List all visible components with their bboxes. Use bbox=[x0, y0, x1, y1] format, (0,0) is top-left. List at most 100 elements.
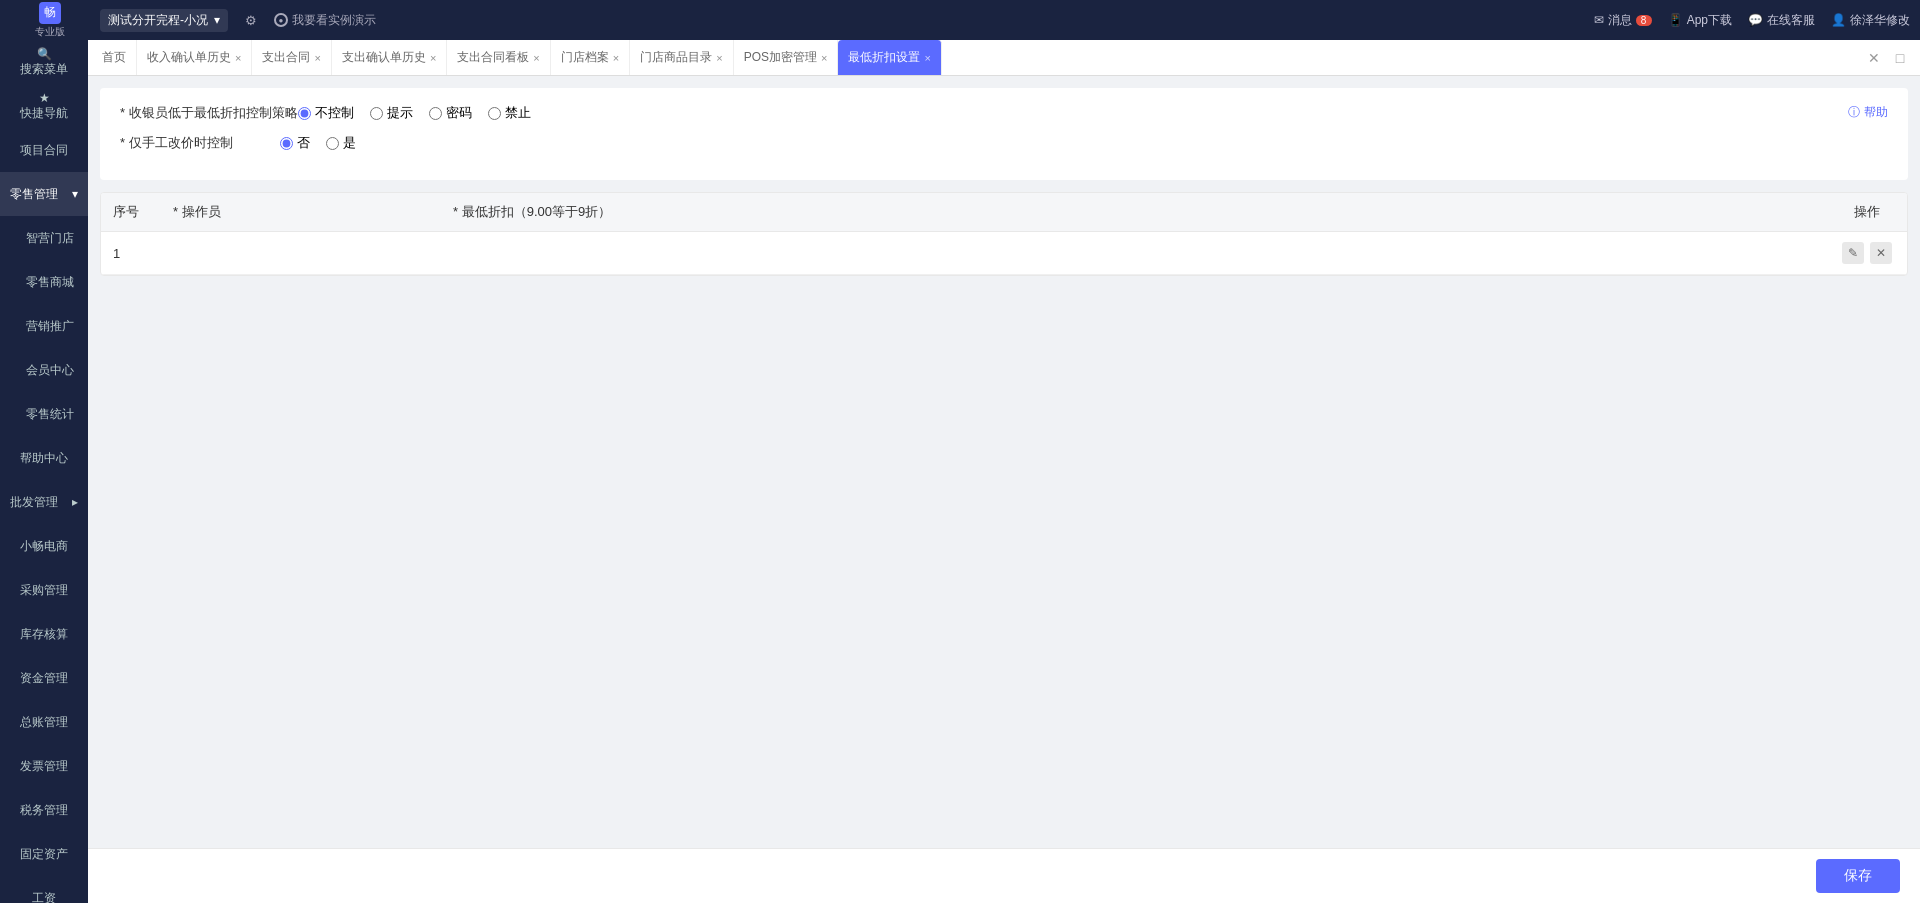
sidebar-item-marketing[interactable]: 营销推广 bbox=[0, 304, 88, 348]
sidebar-item-retail-mall[interactable]: 零售商城 bbox=[0, 260, 88, 304]
radio-password-input[interactable] bbox=[429, 107, 442, 120]
logo-icon: 畅 bbox=[39, 2, 61, 24]
col-header-action: 操作 bbox=[1827, 193, 1907, 232]
sidebar-item-salary[interactable]: 工资 bbox=[0, 876, 88, 903]
radio-password[interactable]: 密码 bbox=[429, 104, 472, 122]
col-header-min-discount: * 最低折扣（9.00等于9折） bbox=[441, 193, 1827, 232]
tab-close-icon[interactable]: × bbox=[924, 52, 930, 64]
tab-label: 最低折扣设置 bbox=[848, 49, 920, 66]
sidebar-item-retail-mgmt[interactable]: 零售管理 bbox=[0, 172, 88, 216]
project-selector[interactable]: 测试分开完程-小况 bbox=[100, 9, 228, 32]
tab-payment-contract-board[interactable]: 支出合同看板 × bbox=[447, 40, 550, 75]
cell-min-discount bbox=[441, 232, 1827, 275]
app-download-item[interactable]: 📱 App下载 bbox=[1668, 12, 1732, 29]
tab-store-file[interactable]: 门店档案 × bbox=[551, 40, 630, 75]
save-button[interactable]: 保存 bbox=[1816, 859, 1900, 893]
form-card: ⓘ 帮助 * 收银员低于最低折扣控制策略 不控制 bbox=[100, 88, 1908, 180]
radio-remind-label: 提示 bbox=[387, 104, 413, 122]
radio-forbid-input[interactable] bbox=[488, 107, 501, 120]
radio-no-control-input[interactable] bbox=[298, 107, 311, 120]
online-service-icon: 💬 bbox=[1748, 13, 1763, 27]
sidebar-item-tax-mgmt[interactable]: 税务管理 bbox=[0, 788, 88, 832]
tab-bar-actions: ✕ □ bbox=[1858, 48, 1916, 68]
radio-no[interactable]: 否 bbox=[280, 134, 310, 152]
radio-yes-input[interactable] bbox=[326, 137, 339, 150]
tab-home-label: 首页 bbox=[102, 49, 126, 66]
sidebar-item-search-menu[interactable]: 🔍 搜索菜单 bbox=[0, 40, 88, 84]
cell-action: ✎ ✕ bbox=[1827, 232, 1907, 275]
retail-mall-label: 零售商城 bbox=[26, 274, 74, 291]
message-label: 消息 bbox=[1608, 12, 1632, 29]
sidebar-item-purchase-mgmt[interactable]: 采购管理 bbox=[0, 568, 88, 612]
help-center-label: 帮助中心 bbox=[20, 450, 68, 467]
tab-close-icon[interactable]: × bbox=[235, 52, 241, 64]
tab-close-icon[interactable]: × bbox=[613, 52, 619, 64]
table-row: 1 ✎ ✕ bbox=[101, 232, 1907, 275]
tab-close-icon[interactable]: × bbox=[430, 52, 436, 64]
radio-no-input[interactable] bbox=[280, 137, 293, 150]
sidebar-item-inventory-calc[interactable]: 库存核算 bbox=[0, 612, 88, 656]
radio-yes[interactable]: 是 bbox=[326, 134, 356, 152]
cell-seq: 1 bbox=[101, 232, 161, 275]
message-item[interactable]: ✉ 消息 8 bbox=[1594, 12, 1652, 29]
user-item[interactable]: 👤 徐泽华修改 bbox=[1831, 12, 1910, 29]
sidebar-item-fixed-assets[interactable]: 固定资产 bbox=[0, 832, 88, 876]
tab-close-icon[interactable]: × bbox=[314, 52, 320, 64]
tab-income-confirm-history[interactable]: 收入确认单历史 × bbox=[137, 40, 252, 75]
radio-remind-input[interactable] bbox=[370, 107, 383, 120]
sidebar-item-invoice-mgmt[interactable]: 发票管理 bbox=[0, 744, 88, 788]
retail-mgmt-label: 零售管理 bbox=[10, 186, 72, 203]
member-center-label: 会员中心 bbox=[26, 362, 74, 379]
sidebar-item-ecommerce[interactable]: 小畅电商 bbox=[0, 524, 88, 568]
sidebar-item-general-ledger[interactable]: 总账管理 bbox=[0, 700, 88, 744]
inventory-calc-label: 库存核算 bbox=[20, 626, 68, 643]
help-button[interactable]: ⓘ 帮助 bbox=[1848, 104, 1888, 121]
sidebar-item-fund-mgmt[interactable]: 资金管理 bbox=[0, 656, 88, 700]
main-layout: 🔍 搜索菜单 ★ 快捷导航 项目合同 零售管理 智营门店 零售商城 营销推广 会… bbox=[0, 40, 1920, 903]
tab-payment-confirm-history[interactable]: 支出确认单历史 × bbox=[332, 40, 447, 75]
cell-operator bbox=[161, 232, 441, 275]
tab-maximize-button[interactable]: □ bbox=[1890, 48, 1910, 68]
project-name: 测试分开完程-小况 bbox=[108, 12, 208, 29]
settings-icon[interactable]: ⚙ bbox=[240, 9, 262, 31]
sidebar-item-project-contract[interactable]: 项目合同 bbox=[0, 128, 88, 172]
tab-pos-password-mgmt[interactable]: POS加密管理 × bbox=[734, 40, 839, 75]
discount-policy-radio-group: 不控制 提示 密码 禁止 bbox=[298, 104, 531, 122]
tab-payment-contract[interactable]: 支出合同 × bbox=[252, 40, 331, 75]
sidebar-item-member-center[interactable]: 会员中心 bbox=[0, 348, 88, 392]
tab-close-icon[interactable]: × bbox=[821, 52, 827, 64]
action-icons: ✎ ✕ bbox=[1839, 242, 1895, 264]
tab-close-all-button[interactable]: ✕ bbox=[1864, 48, 1884, 68]
radio-forbid-label: 禁止 bbox=[505, 104, 531, 122]
delete-button[interactable]: ✕ bbox=[1870, 242, 1892, 264]
tab-home[interactable]: 首页 bbox=[92, 40, 137, 75]
form-row-manual-price-control: * 仅手工改价时控制 否 是 bbox=[120, 134, 1888, 152]
table-header-row: 序号 * 操作员 * 最低折扣（9.00等于9折） 操作 bbox=[101, 193, 1907, 232]
tab-store-product-catalog[interactable]: 门店商品目录 × bbox=[630, 40, 733, 75]
radio-no-label: 否 bbox=[297, 134, 310, 152]
sidebar-item-quick-nav[interactable]: ★ 快捷导航 bbox=[0, 84, 88, 128]
logo-text: 专业版 bbox=[35, 25, 65, 39]
sidebar-item-smart-store[interactable]: 智营门店 bbox=[0, 216, 88, 260]
manual-price-control-label: * 仅手工改价时控制 bbox=[120, 134, 280, 152]
sidebar-item-batch-mgmt[interactable]: 批发管理 bbox=[0, 480, 88, 524]
help-label: 帮助 bbox=[1864, 104, 1888, 121]
tab-min-discount-setting[interactable]: 最低折扣设置 × bbox=[838, 40, 941, 75]
online-service-item[interactable]: 💬 在线客服 bbox=[1748, 12, 1815, 29]
edit-button[interactable]: ✎ bbox=[1842, 242, 1864, 264]
radio-remind[interactable]: 提示 bbox=[370, 104, 413, 122]
discount-table: 序号 * 操作员 * 最低折扣（9.00等于9折） 操作 bbox=[101, 193, 1907, 275]
radio-no-control[interactable]: 不控制 bbox=[298, 104, 354, 122]
tab-close-icon[interactable]: × bbox=[533, 52, 539, 64]
marketing-label: 营销推广 bbox=[26, 318, 74, 335]
tab-close-icon[interactable]: × bbox=[716, 52, 722, 64]
help-icon: ⓘ bbox=[1848, 104, 1860, 121]
radio-no-control-label: 不控制 bbox=[315, 104, 354, 122]
invoice-mgmt-label: 发票管理 bbox=[20, 758, 68, 775]
smart-store-label: 智营门店 bbox=[26, 230, 74, 247]
demo-link[interactable]: ● 我要看实例演示 bbox=[274, 12, 376, 29]
col-header-operator: * 操作员 bbox=[161, 193, 441, 232]
sidebar-item-retail-stats[interactable]: 零售统计 bbox=[0, 392, 88, 436]
radio-forbid[interactable]: 禁止 bbox=[488, 104, 531, 122]
sidebar-item-help-center[interactable]: 帮助中心 bbox=[0, 436, 88, 480]
